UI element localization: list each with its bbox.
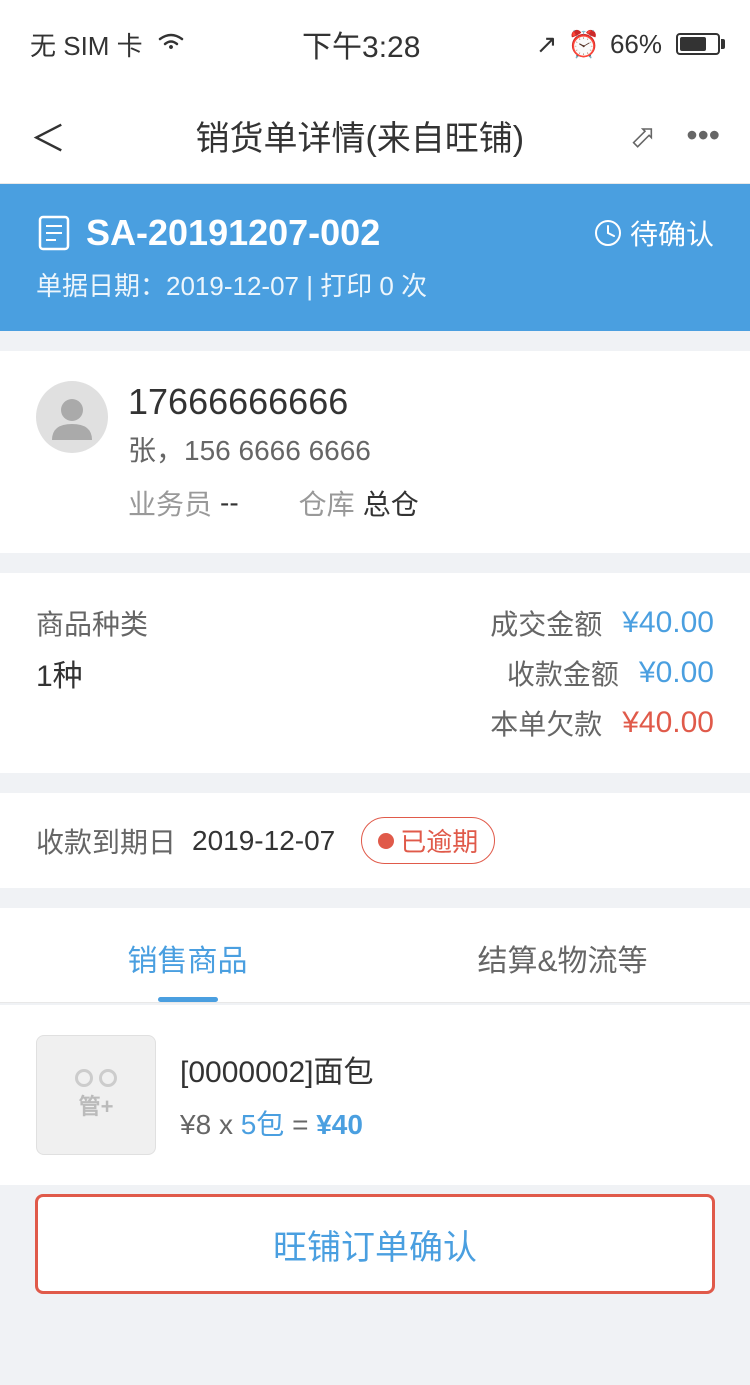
received-value: ¥0.00 — [639, 656, 714, 690]
sales-value: -- — [220, 487, 239, 519]
order-header: SA-20191207-002 待确认 单据日期：2019-12-07 | 打印… — [0, 184, 750, 331]
summary-section: 商品种类 1种 成交金额 ¥40.00 收款金额 ¥0.00 本单欠款 ¥40.… — [0, 573, 750, 773]
customer-name: 张，156 6666 6666 — [128, 429, 714, 469]
product-name: [0000002]面包 — [180, 1047, 714, 1091]
due-date-section: 收款到期日 2019-12-07 已逾期 — [0, 793, 750, 888]
due-label: 收款到期日 — [36, 821, 176, 861]
owl-eye-right — [99, 1069, 117, 1087]
back-button[interactable]: ＜ — [30, 110, 66, 162]
owl-text: 管+ — [79, 1089, 114, 1121]
product-qty: 5包 — [241, 1109, 285, 1140]
customer-section: 17666666666 张，156 6666 6666 业务员 -- 仓库 总仓 — [36, 381, 714, 523]
debt-value: ¥40.00 — [622, 706, 714, 740]
tab-settlement[interactable]: 结算&物流等 — [375, 908, 750, 1002]
order-id: SA-20191207-002 — [36, 212, 380, 254]
product-unit-price: ¥8 — [180, 1109, 211, 1140]
order-date: 单据日期：2019-12-07 | 打印 0 次 — [36, 266, 714, 303]
nav-bar: ＜ 销货单详情(来自旺铺) ⬀ ••• — [0, 88, 750, 184]
debt-label: 本单欠款 — [490, 703, 602, 743]
summary-left: 商品种类 1种 — [36, 603, 148, 695]
location-icon: ↗ — [536, 29, 558, 60]
overdue-label: 已逾期 — [400, 822, 478, 859]
page-title: 销货单详情(来自旺铺) — [195, 111, 524, 160]
tab-sales-product[interactable]: 销售商品 — [0, 908, 375, 1002]
more-button[interactable]: ••• — [686, 117, 720, 154]
wifi-icon — [155, 29, 187, 60]
share-button[interactable]: ⬀ — [630, 117, 657, 155]
amount-row: 成交金额 ¥40.00 — [490, 603, 714, 643]
customer-info: 17666666666 张，156 6666 6666 业务员 -- 仓库 总仓 — [128, 381, 714, 523]
amount-label: 成交金额 — [490, 603, 602, 643]
tabs-row: 销售商品 结算&物流等 — [0, 908, 750, 1002]
confirm-button-wrap: 旺铺订单确认 — [35, 1194, 715, 1294]
warehouse-value: 总仓 — [363, 483, 419, 523]
alarm-icon: ⏰ — [568, 29, 600, 60]
nav-left: ＜ — [30, 110, 90, 162]
received-row: 收款金额 ¥0.00 — [507, 653, 714, 693]
warehouse-meta: 仓库 总仓 — [299, 483, 419, 523]
price-equal: = — [292, 1109, 316, 1140]
avatar — [36, 381, 108, 453]
status-left: 无 SIM 卡 — [30, 26, 187, 63]
avatar-icon — [47, 392, 97, 442]
debt-row: 本单欠款 ¥40.00 — [490, 703, 714, 743]
due-date-value: 2019-12-07 — [192, 825, 335, 857]
sales-label: 业务员 — [128, 483, 212, 523]
owl-eye-left — [75, 1069, 93, 1087]
product-info: [0000002]面包 ¥8 x 5包 = ¥40 — [180, 1047, 714, 1143]
summary-right: 成交金额 ¥40.00 收款金额 ¥0.00 本单欠款 ¥40.00 — [490, 603, 714, 743]
category-value: 1种 — [36, 651, 148, 695]
product-thumbnail: 管+ — [36, 1035, 156, 1155]
tabs-section: 销售商品 结算&物流等 — [0, 908, 750, 1003]
customer-phone: 17666666666 — [128, 381, 714, 423]
battery-icon — [676, 33, 720, 55]
order-status: 待确认 — [594, 213, 714, 253]
status-right: ↗ ⏰ 66% — [536, 29, 720, 60]
owl-logo: 管+ — [75, 1069, 117, 1121]
product-section: 管+ [0000002]面包 ¥8 x 5包 = ¥40 — [0, 1005, 750, 1185]
amount-value: ¥40.00 — [622, 606, 714, 640]
order-icon — [36, 215, 72, 251]
confirm-order-button[interactable]: 旺铺订单确认 — [35, 1194, 715, 1294]
nav-right: ⬀ ••• — [630, 117, 720, 155]
customer-meta: 业务员 -- 仓库 总仓 — [128, 483, 714, 523]
price-multiply: x — [219, 1109, 241, 1140]
owl-eyes — [75, 1069, 117, 1087]
category-label: 商品种类 — [36, 603, 148, 643]
customer-card: 17666666666 张，156 6666 6666 业务员 -- 仓库 总仓 — [0, 351, 750, 553]
received-label: 收款金额 — [507, 653, 619, 693]
warehouse-label: 仓库 — [299, 483, 355, 523]
sales-meta: 业务员 -- — [128, 483, 239, 523]
overdue-badge: 已逾期 — [361, 817, 495, 864]
product-price: ¥8 x 5包 = ¥40 — [180, 1103, 714, 1143]
status-bar: 无 SIM 卡 下午3:28 ↗ ⏰ 66% — [0, 0, 750, 88]
status-time: 下午3:28 — [302, 22, 420, 66]
battery-text: 66% — [610, 29, 662, 60]
product-total: ¥40 — [316, 1109, 363, 1140]
overdue-dot-icon — [378, 833, 394, 849]
clock-icon — [594, 219, 622, 247]
order-id-row: SA-20191207-002 待确认 — [36, 212, 714, 254]
product-item: 管+ [0000002]面包 ¥8 x 5包 = ¥40 — [36, 1035, 714, 1155]
carrier-label: 无 SIM 卡 — [30, 26, 143, 63]
